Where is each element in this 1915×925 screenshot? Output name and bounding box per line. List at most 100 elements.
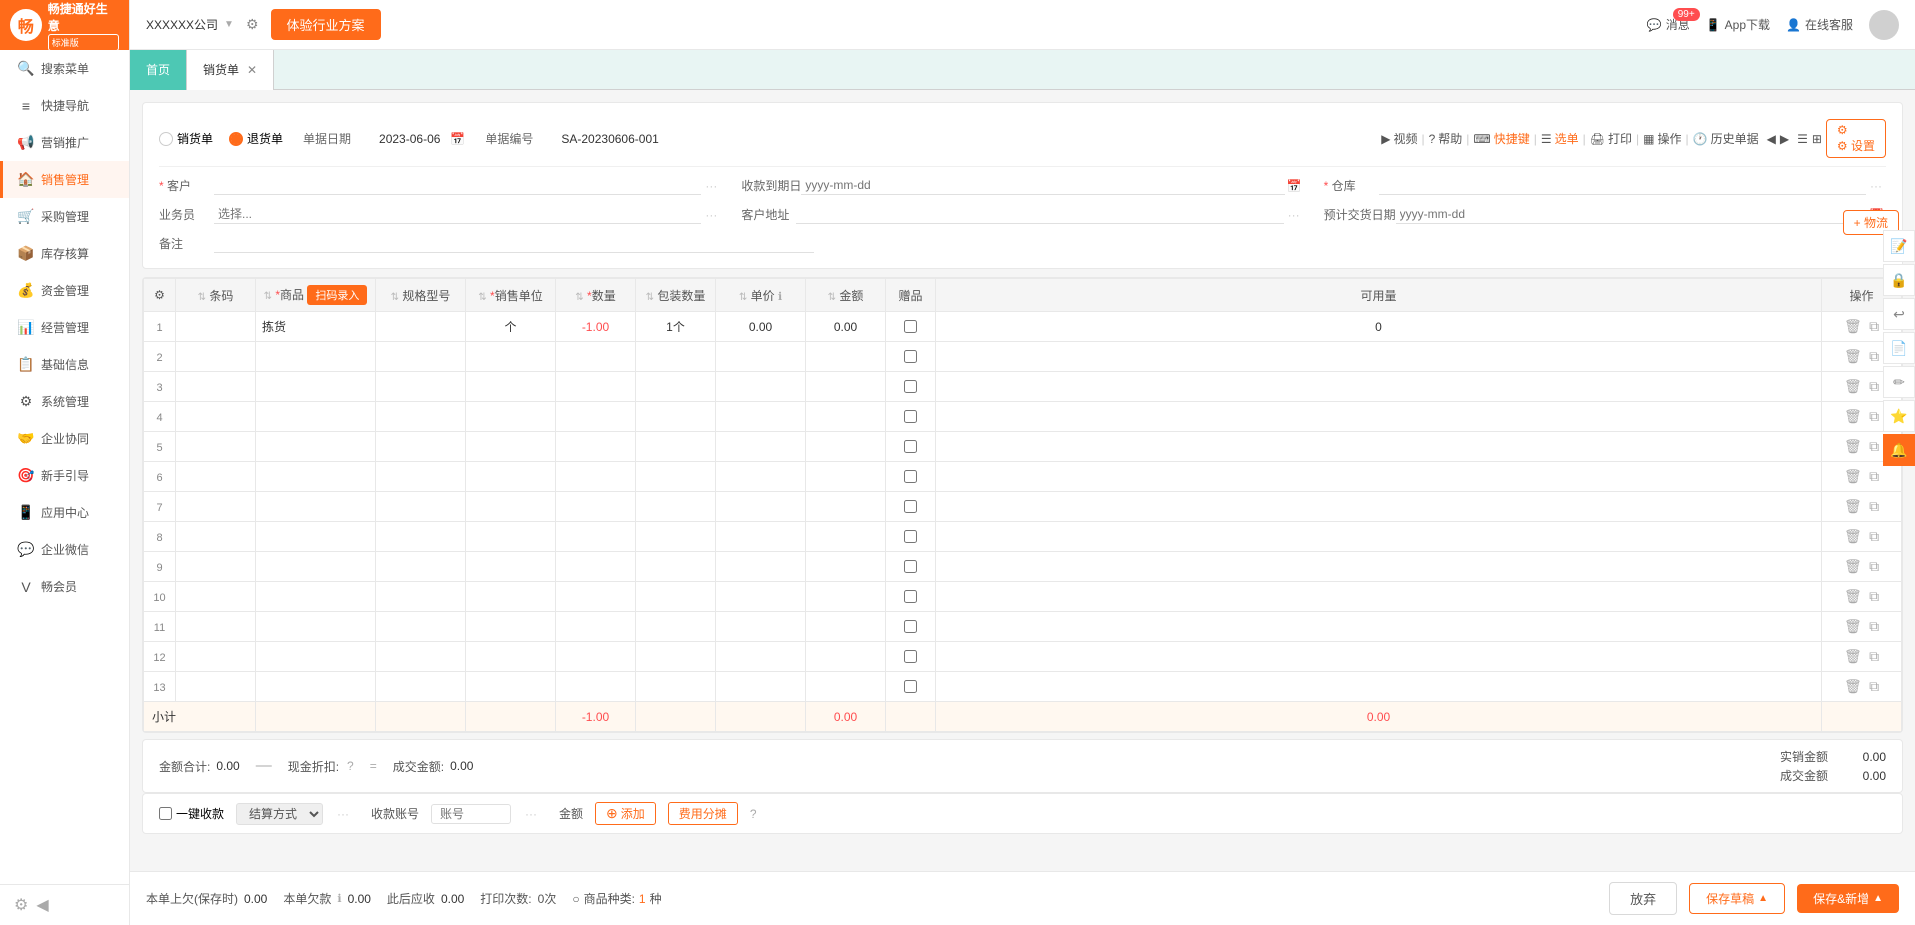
gift-check-5[interactable]	[904, 440, 917, 453]
save-draft-btn[interactable]: 保存草稿 ▲	[1689, 883, 1785, 914]
copy-row-icon-10[interactable]: ⧉	[1869, 588, 1879, 604]
cell-gift-7[interactable]	[886, 492, 936, 522]
settings-bottom-icon[interactable]: ⚙	[14, 895, 28, 915]
cell-barcode-11[interactable]	[176, 612, 256, 642]
sort-amount-icon[interactable]: ⇅	[828, 292, 836, 303]
gift-check-8[interactable]	[904, 530, 917, 543]
addr-more-icon[interactable]: ···	[1284, 208, 1304, 222]
cell-price-9[interactable]	[716, 552, 806, 582]
cell-qty-10[interactable]	[556, 582, 636, 612]
cell-spec-12[interactable]	[376, 642, 466, 672]
cell-barcode-3[interactable]	[176, 372, 256, 402]
sidebar-item-guide[interactable]: 🎯 新手引导	[0, 457, 129, 494]
customer-input[interactable]	[214, 176, 701, 195]
cell-price-13[interactable]	[716, 672, 806, 702]
cell-spec-8[interactable]	[376, 522, 466, 552]
cell-barcode-2[interactable]	[176, 342, 256, 372]
cell-qty-6[interactable]	[556, 462, 636, 492]
barcode-input-9[interactable]	[182, 560, 249, 574]
sort-qty-icon[interactable]: ⇅	[575, 292, 583, 303]
gift-check-1[interactable]	[904, 320, 917, 333]
video-link[interactable]: ▶ 视频	[1381, 130, 1417, 147]
payment-date-input[interactable]	[801, 176, 1284, 195]
collapse-icon[interactable]: ◀	[36, 895, 48, 915]
sidebar-item-wechat[interactable]: 💬 企业微信	[0, 531, 129, 568]
barcode-input-2[interactable]	[182, 350, 249, 364]
onepay-check[interactable]	[159, 807, 172, 820]
sidebar-item-operations[interactable]: 📊 经营管理	[0, 309, 129, 346]
copy-row-icon-1[interactable]: ⧉	[1869, 318, 1879, 334]
sidebar-item-sales[interactable]: 🏠 销售管理	[0, 161, 129, 198]
add-payment-btn[interactable]: ⊕ 添加	[595, 802, 656, 825]
cell-spec-5[interactable]	[376, 432, 466, 462]
topbar-gear-icon[interactable]: ⚙	[246, 16, 259, 33]
grid-view-btn[interactable]: ⊞	[1812, 132, 1822, 146]
delete-row-icon-6[interactable]: 🗑	[1844, 468, 1862, 484]
barcode-input-1[interactable]	[182, 320, 249, 334]
cell-qty-8[interactable]	[556, 522, 636, 552]
tab-close-icon[interactable]: ✕	[247, 63, 257, 77]
gift-check-2[interactable]	[904, 350, 917, 363]
radio-return-order[interactable]: 退货单	[229, 130, 283, 147]
barcode-input-13[interactable]	[182, 680, 249, 694]
copy-row-icon-3[interactable]: ⧉	[1869, 378, 1879, 394]
cell-price-6[interactable]	[716, 462, 806, 492]
gift-check-6[interactable]	[904, 470, 917, 483]
delete-row-icon-13[interactable]: 🗑	[1844, 678, 1862, 694]
rfloat-doc-btn[interactable]: 📄	[1883, 332, 1915, 364]
cell-gift-1[interactable]	[886, 312, 936, 342]
sidebar-item-base-info[interactable]: 📋 基础信息	[0, 346, 129, 383]
rfloat-lock-btn[interactable]: 🔒	[1883, 264, 1915, 296]
cell-qty-2[interactable]	[556, 342, 636, 372]
cell-spec-9[interactable]	[376, 552, 466, 582]
abandon-btn[interactable]: 放弃	[1609, 882, 1677, 915]
sidebar-item-quick-nav[interactable]: ≡ 快捷导航	[0, 87, 129, 124]
delete-row-icon-4[interactable]: 🗑	[1844, 408, 1862, 424]
barcode-input-10[interactable]	[182, 590, 249, 604]
radio-sales-order[interactable]: 销货单	[159, 130, 213, 147]
fee-split-btn[interactable]: 费用分摊	[668, 802, 738, 825]
cell-gift-3[interactable]	[886, 372, 936, 402]
delete-row-icon-8[interactable]: 🗑	[1844, 528, 1862, 544]
tab-sales-order[interactable]: 销货单 ✕	[187, 50, 274, 90]
date-calendar-icon[interactable]: 📅	[450, 132, 465, 146]
rfloat-notify-btn[interactable]: 🔔	[1883, 434, 1915, 466]
cell-qty-3[interactable]	[556, 372, 636, 402]
gift-check-3[interactable]	[904, 380, 917, 393]
cell-price-1[interactable]: 0.00	[716, 312, 806, 342]
rfloat-star-btn[interactable]: ⭐	[1883, 400, 1915, 432]
settings-btn[interactable]: ⚙ ⚙ 设置	[1826, 119, 1886, 158]
cell-spec-1[interactable]	[376, 312, 466, 342]
cell-price-5[interactable]	[716, 432, 806, 462]
gift-check-9[interactable]	[904, 560, 917, 573]
table-gear-icon[interactable]: ⚙	[154, 288, 165, 302]
cell-gift-12[interactable]	[886, 642, 936, 672]
barcode-input-8[interactable]	[182, 530, 249, 544]
sidebar-item-enterprise[interactable]: 🤝 企业协同	[0, 420, 129, 457]
sort-price-icon[interactable]: ⇅	[739, 292, 747, 303]
delete-row-icon-7[interactable]: 🗑	[1844, 498, 1862, 514]
gift-check-4[interactable]	[904, 410, 917, 423]
gift-check-13[interactable]	[904, 680, 917, 693]
sidebar-item-search[interactable]: 🔍 搜索菜单	[0, 50, 129, 87]
cell-barcode-12[interactable]	[176, 642, 256, 672]
debt-info-icon[interactable]: ℹ	[337, 892, 341, 905]
cell-spec-7[interactable]	[376, 492, 466, 522]
cell-qty-5[interactable]	[556, 432, 636, 462]
cell-qty-9[interactable]	[556, 552, 636, 582]
online-service-btn[interactable]: 👤 在线客服	[1786, 16, 1853, 33]
cell-barcode-7[interactable]	[176, 492, 256, 522]
cell-qty-12[interactable]	[556, 642, 636, 672]
company-selector[interactable]: XXXXXX公司 ▼	[146, 16, 234, 33]
cell-spec-4[interactable]	[376, 402, 466, 432]
customer-more-icon[interactable]: ···	[701, 179, 721, 193]
cell-qty-7[interactable]	[556, 492, 636, 522]
copy-row-icon-12[interactable]: ⧉	[1869, 648, 1879, 664]
next-doc-btn[interactable]: ▶	[1780, 132, 1789, 146]
onepay-checkbox[interactable]: 一键收款	[159, 805, 224, 822]
history-link[interactable]: 🕐 历史单据	[1693, 130, 1759, 147]
cell-barcode-5[interactable]	[176, 432, 256, 462]
barcode-input-7[interactable]	[182, 500, 249, 514]
sort-pkg-icon[interactable]: ⇅	[646, 292, 654, 303]
payment-method-select[interactable]: 结算方式	[236, 803, 323, 825]
